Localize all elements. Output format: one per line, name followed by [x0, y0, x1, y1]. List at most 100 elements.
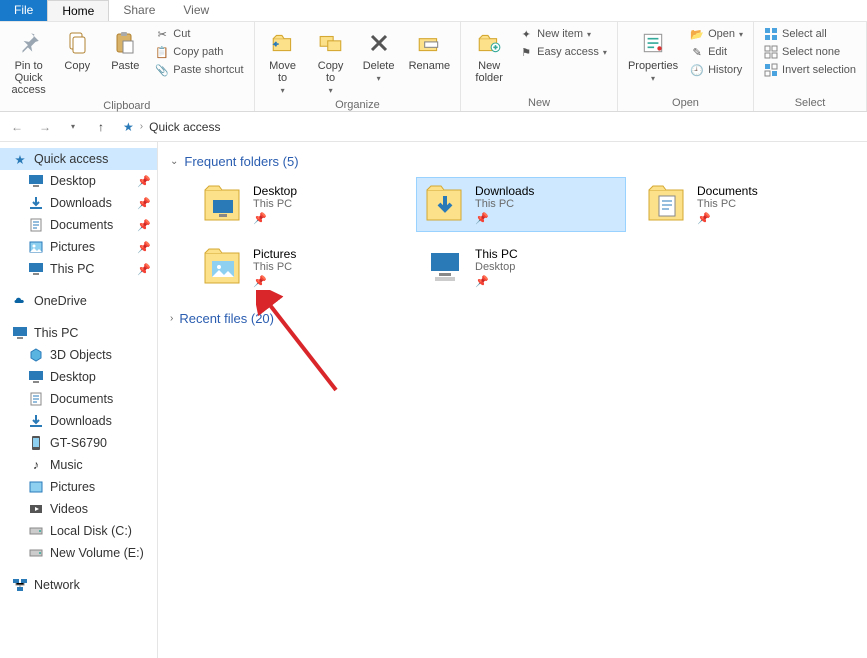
desktop-icon	[28, 369, 44, 385]
chevron-down-icon: ▾	[739, 30, 743, 39]
sidebar-pictures[interactable]: Pictures 📌	[0, 236, 157, 258]
sidebar-local-disk-c[interactable]: Local Disk (C:)	[0, 520, 157, 542]
select-all-button[interactable]: Select all	[760, 26, 860, 42]
copy-icon	[62, 28, 92, 58]
folder-location: Desktop	[475, 261, 518, 273]
forward-button[interactable]: →	[34, 116, 56, 138]
tab-view[interactable]: View	[169, 0, 223, 21]
pin-icon: 📌	[137, 263, 151, 276]
sidebar-pictures-2[interactable]: Pictures	[0, 476, 157, 498]
pin-icon: 📌	[475, 212, 534, 225]
tab-share[interactable]: Share	[109, 0, 169, 21]
cut-button[interactable]: ✂ Cut	[151, 26, 247, 42]
pin-icon: 📌	[475, 275, 518, 288]
folder-tile-pictures[interactable]: PicturesThis PC📌	[194, 240, 404, 295]
scissors-icon: ✂	[155, 27, 169, 41]
folder-location: This PC	[253, 261, 296, 273]
folder-location: This PC	[475, 198, 534, 210]
pin-icon: 📌	[253, 275, 296, 288]
breadcrumb[interactable]: ★ › Quick access	[118, 117, 861, 137]
folder-icon	[425, 184, 465, 224]
sidebar-downloads-2[interactable]: Downloads	[0, 410, 157, 432]
tab-file[interactable]: File	[0, 0, 47, 21]
copy-path-button[interactable]: 📋 Copy path	[151, 44, 247, 60]
videos-icon	[28, 501, 44, 517]
folder-location: This PC	[697, 198, 758, 210]
open-button[interactable]: 📂 Open ▾	[686, 26, 747, 42]
history-button[interactable]: 🕘 History	[686, 62, 747, 78]
chevron-down-icon: ▾	[651, 74, 655, 83]
easy-access-button[interactable]: ⚑ Easy access ▾	[515, 44, 611, 60]
tab-home[interactable]: Home	[47, 0, 109, 21]
new-item-button[interactable]: ✦ New item ▾	[515, 26, 611, 42]
disk-icon	[28, 523, 44, 539]
rename-button[interactable]: Rename	[405, 26, 455, 74]
chevron-down-icon: ▾	[377, 74, 381, 83]
folder-location: This PC	[253, 198, 297, 210]
group-open: Properties ▾ 📂 Open ▾ ✎ Edit 🕘 History	[618, 22, 754, 111]
new-item-icon: ✦	[519, 27, 533, 41]
sidebar-quick-access[interactable]: ★ Quick access	[0, 148, 157, 170]
paste-button[interactable]: Paste	[103, 26, 147, 74]
sidebar-this-pc[interactable]: This PC	[0, 322, 157, 344]
group-select: Select all Select none Invert selection …	[754, 22, 867, 111]
sidebar-desktop-2[interactable]: Desktop	[0, 366, 157, 388]
paste-icon	[110, 28, 140, 58]
invert-selection-button[interactable]: Invert selection	[760, 62, 860, 78]
sidebar-3d-objects[interactable]: 3D Objects	[0, 344, 157, 366]
copy-to-button[interactable]: Copy to ▾	[309, 26, 353, 97]
documents-icon	[28, 217, 44, 233]
back-button[interactable]: ←	[6, 116, 28, 138]
sidebar-documents-2[interactable]: Documents	[0, 388, 157, 410]
chevron-right-icon: ›	[170, 313, 173, 324]
sidebar-new-volume-e[interactable]: New Volume (E:)	[0, 542, 157, 564]
up-button[interactable]: ↑	[90, 116, 112, 138]
folder-icon	[425, 247, 465, 287]
rename-icon	[414, 28, 444, 58]
sidebar-gts6790[interactable]: GT-S6790	[0, 432, 157, 454]
folder-tile-downloads[interactable]: DownloadsThis PC📌	[416, 177, 626, 232]
downloads-icon	[28, 195, 44, 211]
folder-tile-documents[interactable]: DocumentsThis PC📌	[638, 177, 848, 232]
documents-icon	[28, 391, 44, 407]
new-folder-icon	[474, 28, 504, 58]
edit-button[interactable]: ✎ Edit	[686, 44, 747, 60]
folder-tile-this-pc[interactable]: This PCDesktop 📌	[416, 240, 626, 295]
sidebar-onedrive[interactable]: OneDrive	[0, 290, 157, 312]
breadcrumb-separator-icon: ›	[140, 121, 143, 132]
properties-button[interactable]: Properties ▾	[624, 26, 682, 85]
chevron-down-icon: ▾	[329, 86, 333, 95]
recent-locations-button[interactable]: ▾	[62, 116, 84, 138]
sidebar-downloads[interactable]: Downloads 📌	[0, 192, 157, 214]
sidebar-desktop[interactable]: Desktop 📌	[0, 170, 157, 192]
sidebar-network[interactable]: Network	[0, 574, 157, 596]
desktop-icon	[28, 173, 44, 189]
pin-icon: 📌	[253, 212, 297, 225]
paste-shortcut-button[interactable]: 📎 Paste shortcut	[151, 62, 247, 78]
sidebar-videos[interactable]: Videos	[0, 498, 157, 520]
pin-to-quick-access-button[interactable]: Pin to Quick access	[6, 26, 51, 98]
select-none-button[interactable]: Select none	[760, 44, 860, 60]
delete-button[interactable]: Delete ▾	[357, 26, 401, 85]
move-to-button[interactable]: Move to ▾	[261, 26, 305, 97]
new-folder-button[interactable]: New folder	[467, 26, 511, 86]
sidebar-this-pc-pinned[interactable]: This PC 📌	[0, 258, 157, 280]
select-none-icon	[764, 45, 778, 59]
folder-icon	[203, 247, 243, 287]
chevron-down-icon: ▾	[587, 30, 591, 39]
pin-icon: 📌	[137, 197, 151, 210]
recent-files-header[interactable]: › Recent files (20)	[170, 311, 855, 326]
edit-icon: ✎	[690, 45, 704, 59]
folder-name: This PC	[475, 247, 518, 261]
disk-icon	[28, 545, 44, 561]
ribbon: Pin to Quick access Copy Paste ✂ Cut	[0, 22, 867, 112]
title-tabs: File Home Share View	[0, 0, 867, 22]
copy-button[interactable]: Copy	[55, 26, 99, 74]
folder-tile-desktop[interactable]: DesktopThis PC 📌	[194, 177, 404, 232]
pictures-icon	[28, 479, 44, 495]
frequent-folders-header[interactable]: ⌄ Frequent folders (5)	[170, 154, 855, 169]
folder-name: Desktop	[253, 184, 297, 198]
sidebar-music[interactable]: ♪ Music	[0, 454, 157, 476]
sidebar-documents[interactable]: Documents 📌	[0, 214, 157, 236]
quick-access-star-icon: ★	[123, 120, 134, 134]
